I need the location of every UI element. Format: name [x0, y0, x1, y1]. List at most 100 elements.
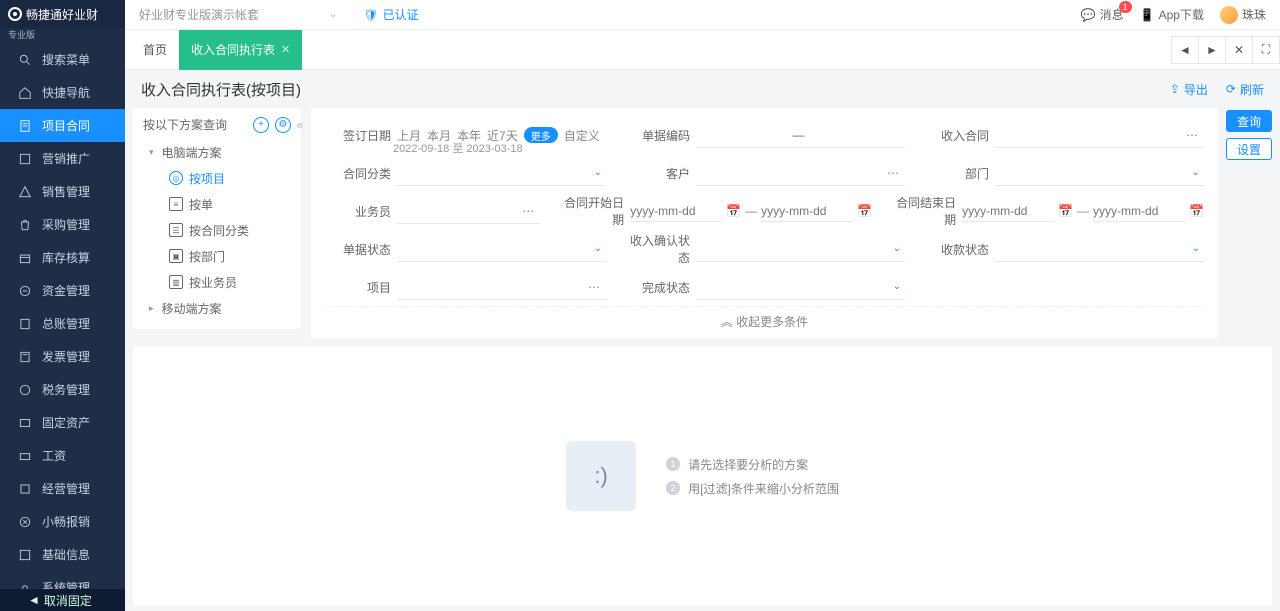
pin-icon: ◄ [28, 593, 40, 607]
tab-close-all[interactable]: ✕ [1225, 36, 1253, 64]
brand: 畅捷通好业财 [0, 0, 125, 28]
close-icon[interactable]: ✕ [281, 43, 290, 56]
nav-invoice[interactable]: 发票管理 [0, 340, 125, 373]
nav-system[interactable]: 系统管理 [0, 571, 125, 589]
tree-pc[interactable]: 电脑端方案 [139, 139, 295, 165]
nav-marketing[interactable]: 营销推广 [0, 142, 125, 175]
nav-search-menu[interactable]: 搜索菜单 [0, 43, 125, 76]
query-buttons: 查询 设置 [1226, 108, 1272, 338]
app-download[interactable]: 📱 App下载 [1140, 6, 1204, 23]
complete-status-select[interactable]: ⌄ [696, 274, 905, 300]
messages[interactable]: 💬 消息 1 [1081, 6, 1124, 23]
tax-icon [18, 383, 32, 397]
calendar-icon[interactable]: 📅 [726, 204, 741, 218]
nav-sales[interactable]: 销售管理 [0, 175, 125, 208]
tab-prev[interactable]: ◄ [1171, 36, 1199, 64]
income-confirm-select[interactable]: ⌄ [696, 236, 905, 262]
calendar-icon[interactable]: 📅 [857, 204, 872, 218]
q-more[interactable]: 更多 [524, 127, 558, 143]
end-date-from[interactable] [962, 200, 1054, 222]
calendar-icon[interactable]: 📅 [1058, 204, 1073, 218]
chevron-down-icon: ⌄ [893, 243, 901, 254]
leaf-by-bill[interactable]: ≡按单 [139, 191, 295, 217]
topbar: 好业财专业版演示帐套 ⌄ 🛡 已认证 💬 消息 1 📱 App下载 珠珠 [125, 0, 1280, 30]
nav-salary[interactable]: 工资 [0, 439, 125, 472]
brand-name: 畅捷通好业财 [26, 6, 98, 23]
money-icon [18, 284, 32, 298]
nav-operation[interactable]: 经营管理 [0, 472, 125, 505]
query-button[interactable]: 查询 [1226, 110, 1272, 132]
more-icon: ⋯ [588, 280, 602, 294]
leaf-by-project[interactable]: ◎按项目 [139, 165, 295, 191]
home-icon [18, 86, 32, 100]
leaf-by-cat[interactable]: ☰按合同分类 [139, 217, 295, 243]
user-menu[interactable]: 珠珠 [1220, 6, 1266, 24]
collapse-scheme[interactable]: « [296, 118, 303, 132]
collapse-more-filters[interactable]: 收起更多条件 [325, 306, 1204, 336]
pin-toggle[interactable]: ◄ 取消固定 [0, 589, 125, 611]
chart-icon: ▥ [169, 275, 183, 289]
shield-icon: 🛡 [363, 8, 378, 22]
nav-gl[interactable]: 总账管理 [0, 307, 125, 340]
gear-icon [18, 581, 32, 590]
search-icon [18, 53, 32, 67]
start-date-to[interactable] [761, 200, 853, 222]
empty-state: 1请先选择要分析的方案 2用[过滤]条件来缩小分析范围 [133, 346, 1272, 606]
income-contract-picker[interactable]: ⋯ [995, 122, 1204, 148]
nav-tax[interactable]: 税务管理 [0, 373, 125, 406]
dept-select[interactable]: ⌄ [995, 160, 1204, 186]
contract-cat-select[interactable]: ⌄ [397, 160, 606, 186]
chevron-down-icon: ⌄ [1192, 243, 1200, 254]
nav-fixed-asset[interactable]: 固定资产 [0, 406, 125, 439]
settings-button[interactable]: 设置 [1226, 138, 1272, 160]
verified-badge: 🛡 已认证 [363, 6, 418, 23]
scheme-settings-button[interactable]: ⚙ [275, 117, 291, 133]
leaf-by-dept[interactable]: ▣按部门 [139, 243, 295, 269]
receipt-status-select[interactable]: ⌄ [995, 236, 1204, 262]
contract-icon [18, 119, 32, 133]
tab-home[interactable]: 首页 [131, 30, 179, 70]
customer-picker[interactable]: ⋯ [696, 160, 905, 186]
dash: — [793, 128, 805, 142]
add-scheme-button[interactable]: + [253, 117, 269, 133]
nav-purchase[interactable]: 采购管理 [0, 208, 125, 241]
chat-icon: 💬 [1081, 8, 1096, 22]
pin-label: 取消固定 [44, 592, 92, 609]
tree-mobile[interactable]: 移动端方案 [139, 295, 295, 321]
refresh-icon: ⟳ [1226, 82, 1236, 96]
box-icon [18, 251, 32, 265]
fullscreen[interactable]: ⛶ [1252, 36, 1280, 64]
nav-project-contract[interactable]: 项目合同 [0, 109, 125, 142]
export-button[interactable]: ⇪导出 [1170, 81, 1208, 98]
more-icon: ⋯ [522, 204, 536, 218]
refresh-button[interactable]: ⟳刷新 [1226, 81, 1264, 98]
doc-status-select[interactable]: ⌄ [397, 236, 606, 262]
nav-inventory[interactable]: 库存核算 [0, 241, 125, 274]
end-date-to[interactable] [1093, 200, 1185, 222]
filters-card: 签订日期 上月 本月 本年 近7天 更多 自定义 单据编码 — [311, 108, 1218, 338]
bag-icon [18, 218, 32, 232]
doc-no-input[interactable]: — [696, 122, 905, 148]
empty-steps: 1请先选择要分析的方案 2用[过滤]条件来缩小分析范围 [666, 452, 839, 500]
main-area: 收入合同执行表(按项目) ⇪导出 ⟳刷新 按以下方案查询 + ⚙ « 电脑端方案… [125, 70, 1280, 611]
start-date-from[interactable] [630, 200, 722, 222]
brand-logo-icon [8, 7, 22, 21]
project-picker[interactable]: ⋯ [397, 274, 606, 300]
step-2: 2用[过滤]条件来缩小分析范围 [666, 476, 839, 500]
nav-capital[interactable]: 资金管理 [0, 274, 125, 307]
nav-base[interactable]: 基础信息 [0, 538, 125, 571]
q-custom[interactable]: 自定义 [564, 127, 600, 144]
owner-picker[interactable]: ⋯ [397, 198, 540, 224]
tab-current[interactable]: 收入合同执行表 ✕ [179, 30, 302, 70]
workspace-select[interactable]: 好业财专业版演示帐套 ⌄ [139, 6, 337, 23]
tabs-row: 首页 收入合同执行表 ✕ ◄ ► ✕ ⛶ [125, 30, 1280, 70]
calendar-icon[interactable]: 📅 [1189, 204, 1204, 218]
base-icon [18, 548, 32, 562]
nav-xiaochang[interactable]: 小畅报销 [0, 505, 125, 538]
tab-next[interactable]: ► [1198, 36, 1226, 64]
target-icon: ◎ [169, 171, 183, 185]
nav-quick[interactable]: 快捷导航 [0, 76, 125, 109]
chevron-down-icon: ⌄ [594, 243, 602, 254]
scheme-tree: 电脑端方案 ◎按项目 ≡按单 ☰按合同分类 ▣按部门 ▥按业务员 移动端方案 [137, 139, 297, 321]
leaf-by-owner[interactable]: ▥按业务员 [139, 269, 295, 295]
